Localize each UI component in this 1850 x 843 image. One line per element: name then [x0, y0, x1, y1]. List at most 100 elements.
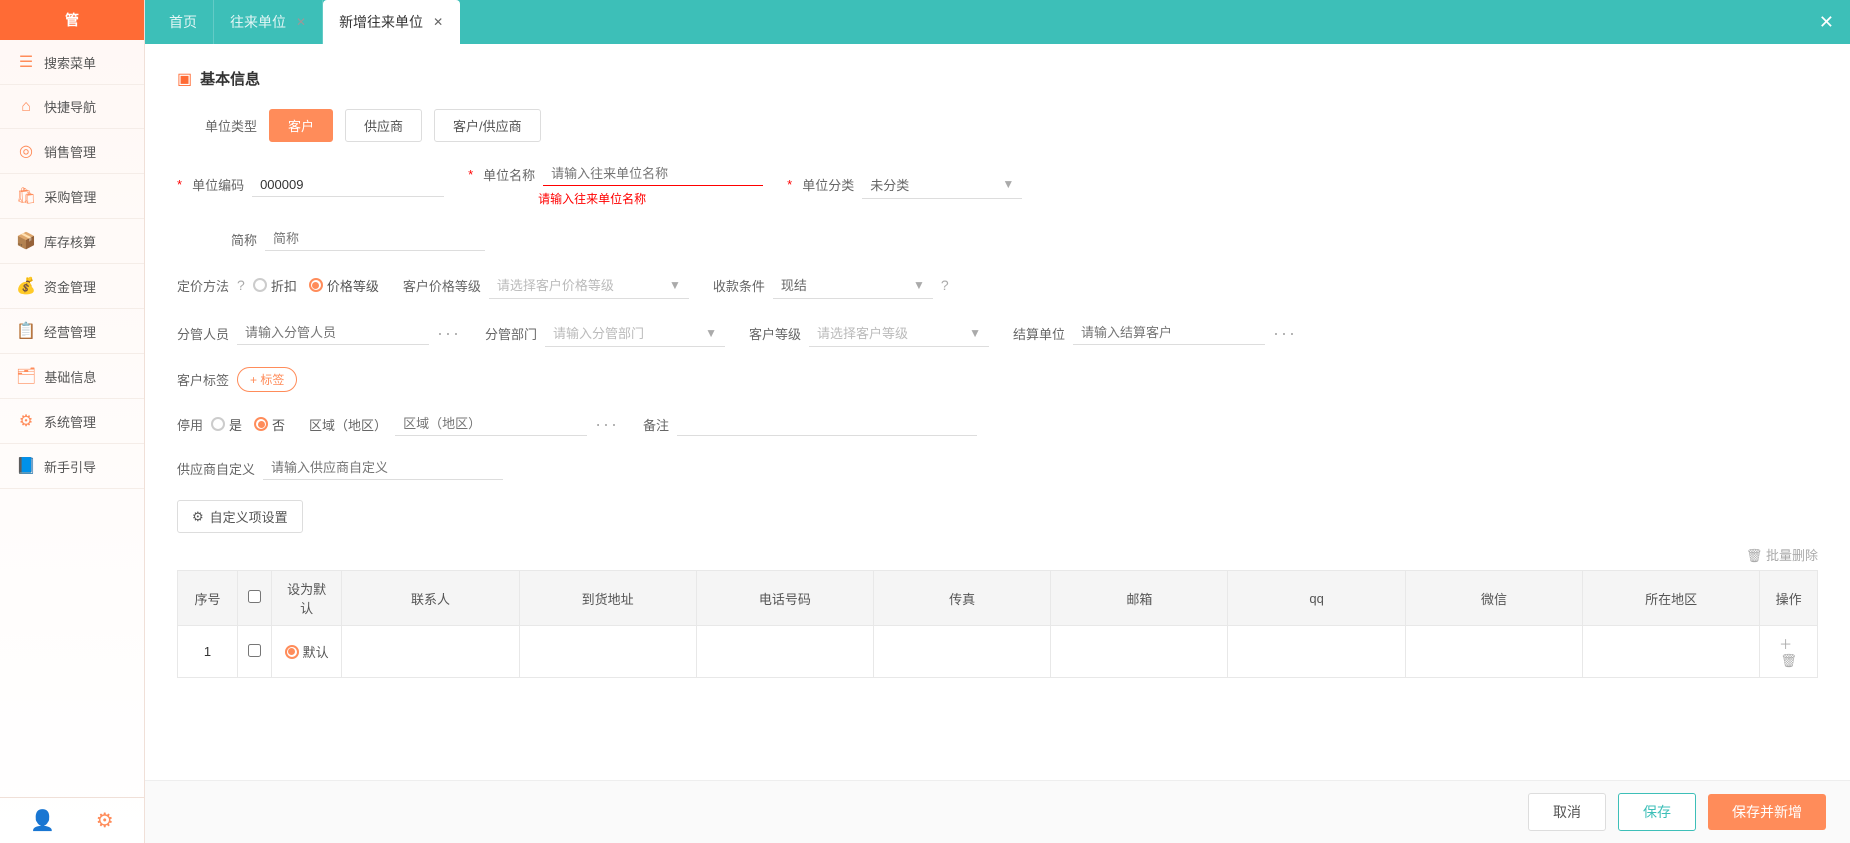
contact-input[interactable]	[352, 644, 508, 659]
sidebar-user-icon[interactable]: 👤	[30, 808, 55, 833]
th-phone: 电话号码	[696, 571, 873, 626]
disabled-no-label: 否	[272, 415, 285, 434]
batch-delete[interactable]: 🗑 批量删除	[177, 545, 1818, 564]
tab-bar-close-icon[interactable]: ✕	[1811, 12, 1842, 33]
td-address[interactable]	[519, 626, 696, 678]
td-region[interactable]	[1583, 626, 1760, 678]
pricing-method-info-icon[interactable]: ?	[237, 277, 245, 293]
sidebar-item-inventory[interactable]: 📦 库存核算	[0, 219, 144, 264]
unit-code-input[interactable]	[252, 173, 444, 197]
sidebar-item-base-info[interactable]: 🗂 基础信息	[0, 354, 144, 399]
customer-level-label: 客户等级	[749, 324, 801, 343]
delete-row-icon[interactable]: 🗑	[1780, 653, 1797, 668]
supplier-custom-input[interactable]	[263, 456, 503, 480]
region-label: 区域（地区）	[309, 415, 387, 434]
tab-contacts[interactable]: 往来单位 ✕	[214, 0, 323, 44]
batch-delete-label: 批量删除	[1766, 548, 1818, 563]
pricing-level-radio[interactable]: 价格等级	[309, 276, 379, 295]
td-wechat[interactable]	[1405, 626, 1582, 678]
pricing-discount-radio[interactable]: 折扣	[253, 276, 297, 295]
unit-name-input[interactable]	[543, 162, 763, 186]
department-label: 分管部门	[485, 324, 537, 343]
btn-customer[interactable]: 客户	[269, 109, 333, 142]
tab-home[interactable]: 首页	[153, 0, 214, 44]
manager-input[interactable]	[237, 321, 429, 345]
pricing-level-circle	[309, 278, 323, 292]
phone-input[interactable]	[707, 644, 863, 659]
th-region: 所在地区	[1583, 571, 1760, 626]
sidebar-item-finance[interactable]: 💰 资金管理	[0, 264, 144, 309]
supplier-custom-label: 供应商自定义	[177, 459, 255, 478]
customer-level-select[interactable]: 请选择客户等级 ▼	[809, 319, 989, 347]
td-fax[interactable]	[874, 626, 1051, 678]
disabled-yes-radio[interactable]: 是	[211, 415, 242, 434]
customer-level-placeholder: 请选择客户等级	[817, 323, 908, 342]
unit-category-required: *	[787, 177, 792, 192]
manager-group: 分管人员 ···	[177, 321, 461, 345]
add-row-icon[interactable]: ＋	[1779, 637, 1792, 652]
disabled-no-radio[interactable]: 否	[254, 415, 285, 434]
td-contact[interactable]	[342, 626, 519, 678]
sidebar-item-sales[interactable]: ◎ 销售管理	[0, 129, 144, 174]
remark-input[interactable]	[677, 412, 977, 436]
email-input[interactable]	[1061, 644, 1217, 659]
fax-input[interactable]	[884, 644, 1040, 659]
unit-category-group: * 单位分类 未分类 ▼	[787, 171, 1022, 199]
sidebar-item-operation[interactable]: 📋 经营管理	[0, 309, 144, 354]
tag-label: 客户标签	[177, 370, 229, 389]
sidebar-item-guide[interactable]: 📘 新手引导	[0, 444, 144, 489]
td-qq[interactable]	[1228, 626, 1405, 678]
tab-new-contact-close-icon[interactable]: ✕	[433, 15, 443, 29]
abbr-input[interactable]	[265, 227, 485, 251]
region-input[interactable]	[395, 412, 587, 436]
save-new-button[interactable]: 保存并新增	[1708, 794, 1826, 830]
td-email[interactable]	[1051, 626, 1228, 678]
sidebar-operation-label: 经营管理	[44, 322, 96, 341]
th-qq: qq	[1228, 571, 1405, 626]
payment-terms-select[interactable]: 现结 ▼	[773, 271, 933, 299]
region-more-icon[interactable]: ···	[595, 414, 619, 435]
purchase-icon: 🛍	[16, 186, 36, 206]
row-checkbox[interactable]	[248, 644, 261, 657]
sidebar-item-purchase[interactable]: 🛍 采购管理	[0, 174, 144, 219]
wechat-input[interactable]	[1416, 644, 1572, 659]
customer-level-group: 客户等级 请选择客户等级 ▼	[749, 319, 989, 347]
payment-terms-value: 现结	[781, 275, 807, 294]
region-table-input[interactable]	[1593, 644, 1749, 659]
tag-row: 客户标签 + 标签	[177, 367, 1818, 392]
th-checkbox-input[interactable]	[248, 590, 261, 603]
department-select[interactable]: 请输入分管部门 ▼	[545, 319, 725, 347]
btn-supplier[interactable]: 供应商	[345, 109, 422, 142]
manager-more-icon[interactable]: ···	[437, 323, 461, 344]
save-button[interactable]: 保存	[1618, 793, 1696, 831]
tab-new-contact[interactable]: 新增往来单位 ✕	[323, 0, 460, 44]
unit-category-select[interactable]: 未分类 ▼	[862, 171, 1022, 199]
unit-type-row: 单位类型 客户 供应商 客户/供应商	[177, 109, 1818, 142]
default-radio[interactable]: 默认	[282, 642, 331, 661]
content-area: ▣ 基本信息 单位类型 客户 供应商 客户/供应商 * 单位编码 * 单位名称	[145, 44, 1850, 780]
main-area: 首页 往来单位 ✕ 新增往来单位 ✕ ✕ ▣ 基本信息 单位类型 客户 供应商 …	[145, 0, 1850, 843]
region-group: 区域（地区） ···	[309, 412, 619, 436]
tab-contacts-close-icon[interactable]: ✕	[296, 15, 306, 29]
btn-both[interactable]: 客户/供应商	[434, 109, 541, 142]
unit-name-required: *	[468, 167, 473, 182]
sidebar-item-search[interactable]: ☰ 搜索菜单	[0, 40, 144, 85]
tab-bar: 首页 往来单位 ✕ 新增往来单位 ✕ ✕	[145, 0, 1850, 44]
sidebar-item-system[interactable]: ⚙ 系统管理	[0, 399, 144, 444]
customer-price-level-select[interactable]: 请选择客户价格等级 ▼	[489, 271, 689, 299]
finance-icon: 💰	[16, 276, 36, 296]
add-tag-button[interactable]: + 标签	[237, 367, 297, 392]
settlement-unit-input[interactable]	[1073, 321, 1265, 345]
sidebar-item-quick-nav[interactable]: ⌂ 快捷导航	[0, 85, 144, 129]
qq-input[interactable]	[1238, 644, 1394, 659]
section-header: ▣ 基本信息	[177, 68, 1818, 89]
address-input[interactable]	[530, 644, 686, 659]
td-phone[interactable]	[696, 626, 873, 678]
default-label: 默认	[303, 642, 329, 661]
settlement-unit-more-icon[interactable]: ···	[1273, 323, 1297, 344]
sidebar-settings-icon[interactable]: ⚙	[96, 808, 114, 833]
cancel-button[interactable]: 取消	[1528, 793, 1606, 831]
payment-terms-info-icon[interactable]: ?	[941, 277, 949, 293]
unit-name-label: 单位名称	[483, 165, 535, 184]
custom-settings-button[interactable]: ⚙ 自定义项设置	[177, 500, 303, 533]
